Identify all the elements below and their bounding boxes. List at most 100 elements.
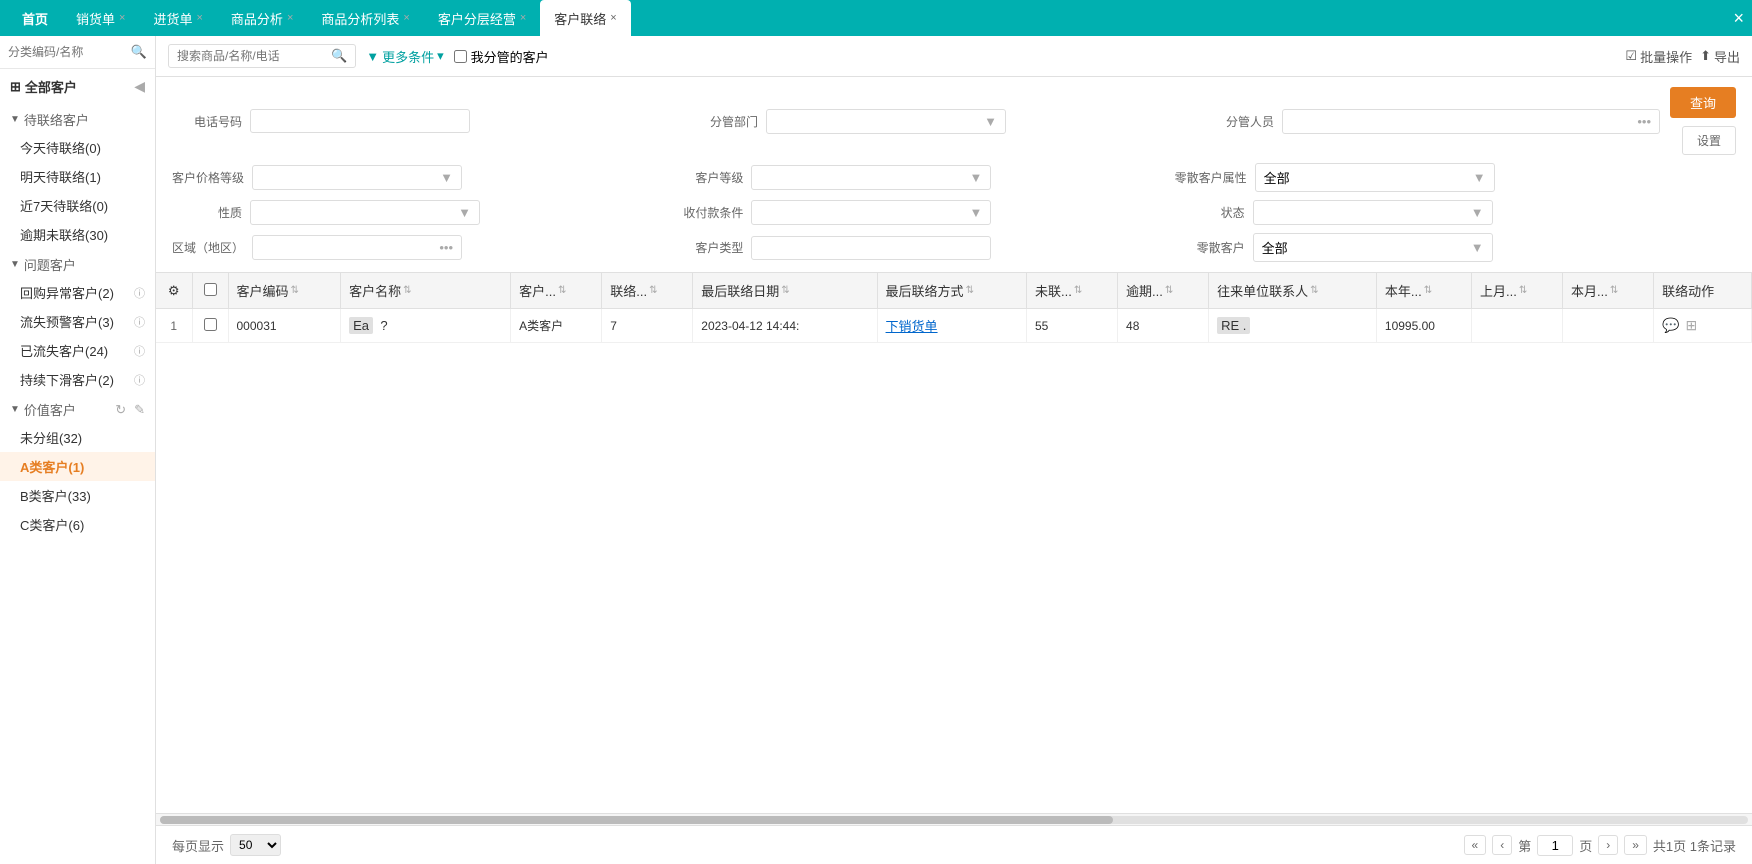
my-customers-filter[interactable]: 我分管的客户 xyxy=(454,47,549,66)
nav-customer-contact-close[interactable]: × xyxy=(610,12,616,24)
edit-icon[interactable]: ✎ xyxy=(134,402,145,418)
sort-icon-no-contact[interactable]: ⇅ xyxy=(1074,285,1082,296)
sidebar-item-b-class[interactable]: B类客户(33) xyxy=(0,481,155,510)
sort-icon-overdue[interactable]: ⇅ xyxy=(1165,285,1173,296)
sort-icon-type[interactable]: ⇅ xyxy=(558,285,566,296)
gear-icon[interactable]: ⚙ xyxy=(168,283,180,298)
sidebar-item-a-class[interactable]: A类客户(1) xyxy=(0,452,155,481)
next-page-btn[interactable]: › xyxy=(1598,835,1618,855)
th-last-contact-method[interactable]: 最后联络方式 ⇅ xyxy=(877,273,1026,309)
sort-icon-last-month[interactable]: ⇅ xyxy=(1519,285,1527,296)
horizontal-scrollbar[interactable] xyxy=(156,813,1752,825)
th-checkbox[interactable] xyxy=(192,273,228,309)
all-customers-header[interactable]: ⊞ 全部客户 ◀ xyxy=(0,69,155,104)
qr-icon[interactable]: ⊞ xyxy=(1686,317,1698,334)
select-all-checkbox[interactable] xyxy=(204,283,217,296)
sort-icon-code[interactable]: ⇅ xyxy=(291,285,299,296)
th-no-contact[interactable]: 未联... ⇅ xyxy=(1026,273,1117,309)
chat-icon[interactable]: 💬 xyxy=(1662,317,1679,334)
nature-select[interactable]: ▼ xyxy=(250,200,480,225)
sidebar-item-churned[interactable]: 已流失客户(24) ⓘ xyxy=(0,336,155,365)
th-customer-name[interactable]: 客户名称 ⇅ xyxy=(341,273,511,309)
nav-analysis[interactable]: 商品分析 × xyxy=(217,0,307,36)
nav-analysis-list-close[interactable]: × xyxy=(403,12,409,24)
nav-sales[interactable]: 销货单 × xyxy=(62,0,139,36)
nav-customer-contact[interactable]: 客户联络 × xyxy=(540,0,630,36)
sidebar-search-box[interactable]: 🔍 xyxy=(0,36,155,69)
nav-home[interactable]: 首页 xyxy=(8,0,62,36)
query-button[interactable]: 查询 xyxy=(1670,87,1736,118)
sidebar-item-tomorrow-contact[interactable]: 明天待联络(1) xyxy=(0,162,155,191)
section-value-customers[interactable]: ▼ 价值客户 ↻ ✎ xyxy=(0,394,155,423)
page-size-select[interactable]: 10 20 50 100 xyxy=(230,834,281,856)
info-icon-1[interactable]: ⓘ xyxy=(134,314,145,330)
price-grade-select[interactable]: ▼ xyxy=(252,165,462,190)
th-customer-code[interactable]: 客户编码 ⇅ xyxy=(228,273,341,309)
sort-icon-this-month[interactable]: ⇅ xyxy=(1610,285,1618,296)
scrollbar-track[interactable] xyxy=(160,816,1748,824)
th-last-month[interactable]: 上月... ⇅ xyxy=(1471,273,1562,309)
person-dots-icon[interactable]: ••• xyxy=(1637,114,1651,129)
nav-analysis-close[interactable]: × xyxy=(287,12,293,24)
close-all-tabs[interactable]: × xyxy=(1733,0,1744,36)
export-btn[interactable]: ⬆ 导出 xyxy=(1700,47,1740,66)
th-contact[interactable]: 联络... ⇅ xyxy=(602,273,693,309)
th-this-year[interactable]: 本年... ⇅ xyxy=(1376,273,1471,309)
nav-customer-seg-close[interactable]: × xyxy=(520,12,526,24)
last-page-btn[interactable]: » xyxy=(1624,835,1647,855)
first-page-btn[interactable]: « xyxy=(1464,835,1487,855)
info-icon-0[interactable]: ⓘ xyxy=(134,285,145,301)
main-search-box[interactable]: 🔍 xyxy=(168,44,356,68)
th-contact-action[interactable]: 联络动作 xyxy=(1654,273,1752,309)
sidebar-item-declining[interactable]: 持续下滑客户(2) ⓘ xyxy=(0,365,155,394)
sort-icon-year[interactable]: ⇅ xyxy=(1424,285,1432,296)
row-select-checkbox[interactable] xyxy=(204,318,217,331)
th-unit-contact[interactable]: 往来单位联系人 ⇅ xyxy=(1209,273,1377,309)
sort-icon-unit[interactable]: ⇅ xyxy=(1310,285,1318,296)
nav-purchase[interactable]: 进货单 × xyxy=(139,0,216,36)
sidebar-search-input[interactable] xyxy=(8,45,127,59)
batch-operations-btn[interactable]: ☑ 批量操作 xyxy=(1625,47,1692,66)
collapse-sidebar-icon[interactable]: ◀ xyxy=(134,78,145,95)
th-customer-type[interactable]: 客户... ⇅ xyxy=(511,273,602,309)
prev-page-btn[interactable]: ‹ xyxy=(1492,835,1512,855)
row-last-contact-method[interactable]: 下销货单 xyxy=(877,309,1026,343)
sidebar-item-week-contact[interactable]: 近7天待联络(0) xyxy=(0,191,155,220)
scrollbar-thumb[interactable] xyxy=(160,816,1113,824)
retail-attr-select[interactable]: 全部 ▼ xyxy=(1255,163,1495,192)
main-search-icon[interactable]: 🔍 xyxy=(331,48,347,64)
sort-icon-date[interactable]: ⇅ xyxy=(781,285,789,296)
th-overdue[interactable]: 逾期... ⇅ xyxy=(1118,273,1209,309)
row-checkbox[interactable] xyxy=(192,309,228,343)
th-last-contact-date[interactable]: 最后联络日期 ⇅ xyxy=(693,273,877,309)
section-problem-customers[interactable]: ▼ 问题客户 xyxy=(0,249,155,278)
sidebar-search-icon[interactable]: 🔍 xyxy=(131,44,147,60)
customer-type-input[interactable] xyxy=(751,236,991,260)
phone-input[interactable] xyxy=(250,109,470,133)
th-gear[interactable]: ⚙ xyxy=(156,273,192,309)
sort-icon-method[interactable]: ⇅ xyxy=(966,285,974,296)
dept-select[interactable]: ▼ xyxy=(766,109,1006,134)
contact-method-link[interactable]: 下销货单 xyxy=(886,319,938,334)
region-dots-icon[interactable]: ••• xyxy=(439,240,453,255)
sidebar-item-today-contact[interactable]: 今天待联络(0) xyxy=(0,133,155,162)
sidebar-item-repurchase-abnormal[interactable]: 回购异常客户(2) ⓘ xyxy=(0,278,155,307)
info-icon-2[interactable]: ⓘ xyxy=(134,343,145,359)
more-filters-btn[interactable]: ▼ 更多条件 ▾ xyxy=(366,47,443,66)
info-icon-3[interactable]: ⓘ xyxy=(134,372,145,388)
status-select[interactable]: ▼ xyxy=(1253,200,1493,225)
customer-grade-select[interactable]: ▼ xyxy=(751,165,991,190)
sidebar-item-unclassified[interactable]: 未分组(32) xyxy=(0,423,155,452)
sort-icon-name[interactable]: ⇅ xyxy=(403,285,411,296)
nav-customer-seg[interactable]: 客户分层经营 × xyxy=(424,0,540,36)
sidebar-item-c-class[interactable]: C类客户(6) xyxy=(0,510,155,539)
retail-customer-select[interactable]: 全部 ▼ xyxy=(1253,233,1493,262)
nav-analysis-list[interactable]: 商品分析列表 × xyxy=(307,0,423,36)
th-this-month[interactable]: 本月... ⇅ xyxy=(1563,273,1654,309)
settings-button[interactable]: 设置 xyxy=(1682,126,1736,155)
sort-icon-contact[interactable]: ⇅ xyxy=(649,285,657,296)
my-customers-checkbox[interactable] xyxy=(454,50,467,63)
page-number-input[interactable] xyxy=(1537,835,1573,856)
sidebar-item-overdue-contact[interactable]: 逾期未联络(30) xyxy=(0,220,155,249)
refresh-icon[interactable]: ↻ xyxy=(115,402,126,418)
